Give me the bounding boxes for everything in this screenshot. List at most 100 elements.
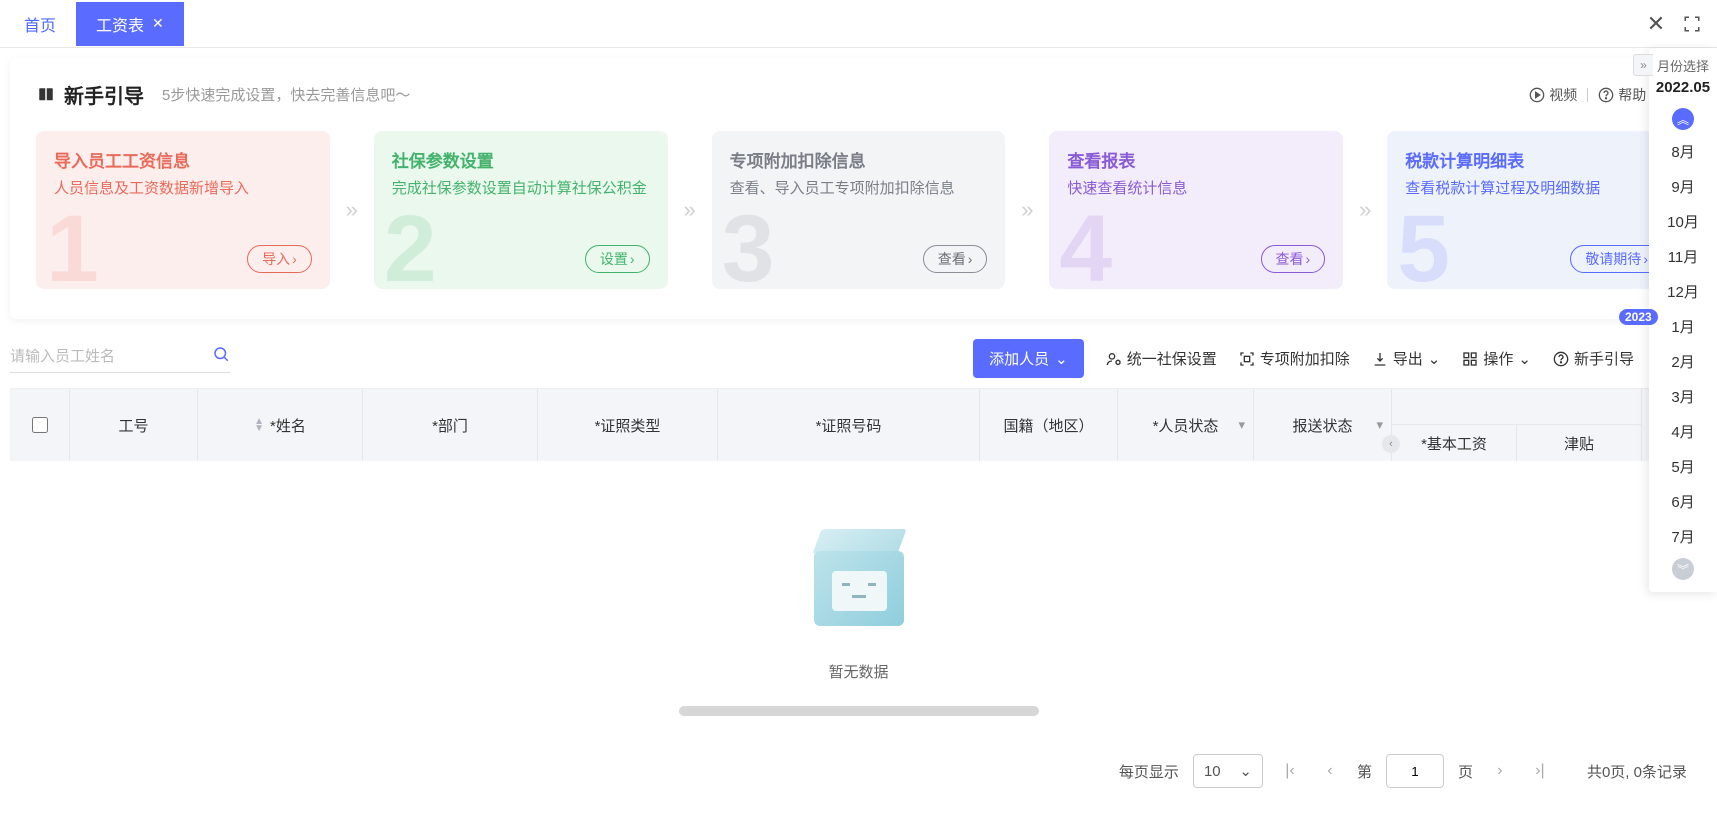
video-link[interactable]: 视频	[1529, 85, 1577, 105]
step-3-btn-label: 查看	[938, 249, 966, 269]
select-all-checkbox[interactable]	[32, 417, 48, 433]
month-item[interactable]: 7月	[1649, 519, 1717, 554]
user-gear-icon	[1106, 351, 1122, 367]
operation-button[interactable]: 操作 ⌄	[1462, 348, 1531, 369]
pager-first-button[interactable]: |‹	[1277, 758, 1303, 784]
th-status[interactable]: *人员状态 ▾	[1118, 389, 1254, 461]
month-item[interactable]: 3月	[1649, 379, 1717, 414]
filter-icon[interactable]: ▾	[1376, 417, 1383, 433]
month-item[interactable]: 12月	[1649, 274, 1717, 309]
th-idno[interactable]: *证照号码	[718, 389, 980, 461]
chevron-right-icon: ›	[1643, 251, 1648, 267]
th-submit-label: 报送状态	[1292, 415, 1352, 436]
year-badge: 2023	[1619, 309, 1658, 325]
month-scroll-up-icon[interactable]: ︽	[1672, 108, 1694, 130]
main-content: 新手引导 5步快速完成设置，快去完善信息吧～ 视频 帮助 ✕ 导入员工工资信息 …	[0, 48, 1717, 798]
help-link[interactable]: 帮助	[1598, 85, 1646, 105]
chevron-down-icon: ⌄	[1239, 762, 1252, 780]
help-circle-icon	[1553, 351, 1569, 367]
chevron-down-icon: ⌄	[1428, 350, 1441, 368]
close-icon[interactable]: ✕	[152, 15, 164, 32]
pager-last-button[interactable]: ›|	[1527, 758, 1553, 784]
month-list: 8月 9月 10月 11月 12月 2023 1月 2月 3月 4月 5月 6月…	[1649, 134, 1717, 554]
step-1-button[interactable]: 导入›	[247, 245, 312, 273]
newbie-guide-label: 新手引导	[1574, 348, 1634, 369]
additional-deduct-button[interactable]: 专项附加扣除	[1239, 348, 1350, 369]
th-name-label: *姓名	[270, 415, 306, 436]
th-name[interactable]: ▲▼ *姓名	[198, 389, 363, 461]
tab-home[interactable]: 首页	[4, 2, 76, 46]
table: 工号 ▲▼ *姓名 *部门 *证照类型 *证照号码 国籍（地区） *人员状态 ▾…	[10, 388, 1707, 736]
month-current: 2022.05	[1649, 79, 1717, 96]
top-right-icons: ✕	[1643, 11, 1717, 37]
guide-title: 新手引导	[36, 80, 144, 109]
chevron-right-icon: ›	[968, 251, 973, 267]
th-submit-status[interactable]: 报送状态 ▾	[1254, 389, 1392, 461]
month-item[interactable]: 11月	[1649, 239, 1717, 274]
step-3-button[interactable]: 查看›	[923, 245, 988, 273]
th-nationality[interactable]: 国籍（地区）	[980, 389, 1118, 461]
month-item[interactable]: 6月	[1649, 484, 1717, 519]
page-size-select[interactable]: 10 ⌄	[1193, 754, 1263, 788]
guide-subtitle: 5步快速完成设置，快去完善信息吧～	[162, 84, 410, 105]
step-2-btn-label: 设置	[600, 249, 628, 269]
social-insurance-button[interactable]: 统一社保设置	[1106, 348, 1217, 369]
month-item[interactable]: 8月	[1649, 134, 1717, 169]
th-basic-salary[interactable]: *基本工资	[1392, 425, 1517, 461]
month-item[interactable]: 10月	[1649, 204, 1717, 239]
step-4-button[interactable]: 查看›	[1261, 245, 1326, 273]
th-dept[interactable]: *部门	[363, 389, 538, 461]
step-arrow-icon: »	[1013, 131, 1041, 289]
th-checkbox	[10, 389, 70, 461]
tab-salary[interactable]: 工资表 ✕	[76, 2, 184, 46]
month-item[interactable]: 4月	[1649, 414, 1717, 449]
column-collapse-icon[interactable]: ‹	[1382, 435, 1400, 453]
video-link-label: 视频	[1549, 85, 1577, 105]
add-person-button[interactable]: 添加人员 ⌄	[973, 339, 1084, 378]
tab-home-label: 首页	[24, 12, 56, 36]
fullscreen-icon[interactable]	[1679, 11, 1705, 37]
toolbar: 添加人员 ⌄ 统一社保设置 专项附加扣除 导出 ⌄ 操作 ⌄	[10, 333, 1707, 388]
step-card-2: 社保参数设置 完成社保参数设置自动计算社保公积金 2 设置›	[374, 131, 668, 289]
month-panel-title: 月份选择	[1649, 56, 1717, 75]
th-jobno[interactable]: 工号	[70, 389, 198, 461]
step-2-title: 社保参数设置	[392, 147, 650, 172]
step-1-title: 导入员工工资信息	[54, 147, 312, 172]
play-circle-icon	[1529, 87, 1545, 103]
scan-icon	[1239, 351, 1255, 367]
guide-title-text: 新手引导	[64, 80, 144, 109]
social-insurance-label: 统一社保设置	[1127, 348, 1217, 369]
pager-next-button[interactable]: ›	[1487, 758, 1513, 784]
th-nat-label: 国籍（地区）	[1003, 415, 1093, 436]
step-2-button[interactable]: 设置›	[585, 245, 650, 273]
th-idtype[interactable]: *证照类型	[538, 389, 718, 461]
month-scroll-down-icon[interactable]: ︾	[1672, 558, 1694, 580]
step-arrow-icon: »	[676, 131, 704, 289]
th-allowance-label: 津贴	[1564, 433, 1594, 454]
month-item[interactable]: 2月	[1649, 344, 1717, 379]
pager-prev-button[interactable]: ‹	[1317, 758, 1343, 784]
guide-header: 新手引导 5步快速完成设置，快去完善信息吧～ 视频 帮助 ✕	[36, 80, 1681, 109]
th-salary-group: ‹ *基本工资 津贴	[1392, 389, 1642, 461]
th-salary-group-top	[1392, 389, 1641, 425]
month-item[interactable]: 1月	[1649, 309, 1717, 344]
close-panel-icon[interactable]: ✕	[1643, 11, 1669, 37]
pager-summary: 共0页, 0条记录	[1587, 761, 1687, 782]
export-button[interactable]: 导出 ⌄	[1372, 348, 1441, 369]
search-input[interactable]	[10, 348, 212, 365]
month-panel-collapse-icon[interactable]: »	[1633, 54, 1653, 76]
th-allowance[interactable]: 津贴	[1517, 425, 1641, 461]
th-dept-label: *部门	[432, 415, 468, 436]
sort-icon[interactable]: ▲▼	[254, 418, 264, 432]
horizontal-scrollbar[interactable]	[679, 706, 1039, 716]
step-card-4: 查看报表 快速查看统计信息 4 查看›	[1049, 131, 1343, 289]
newbie-guide-button[interactable]: 新手引导	[1553, 348, 1634, 369]
search-icon[interactable]	[212, 345, 230, 368]
export-icon	[1372, 351, 1388, 367]
chevron-right-icon: ›	[630, 251, 635, 267]
filter-icon[interactable]: ▾	[1238, 417, 1245, 433]
month-item[interactable]: 9月	[1649, 169, 1717, 204]
page-number-input[interactable]	[1386, 754, 1444, 788]
th-status-label: *人员状态	[1153, 415, 1219, 436]
month-item[interactable]: 5月	[1649, 449, 1717, 484]
